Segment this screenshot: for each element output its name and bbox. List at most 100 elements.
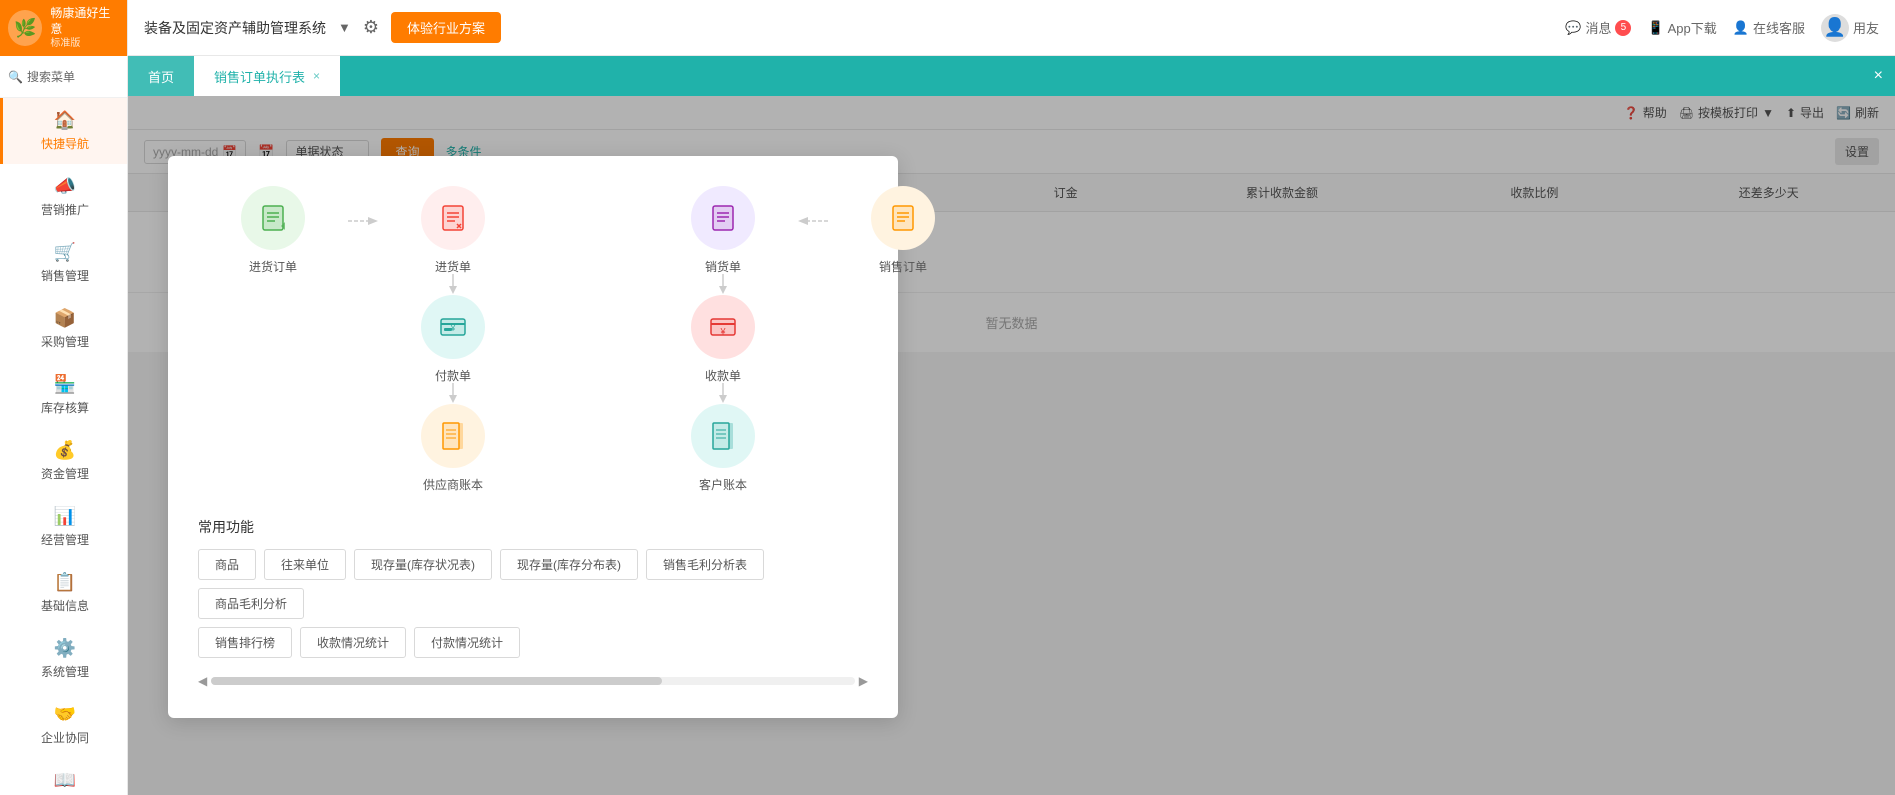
page-content: ❓ 帮助 🖨 按模板打印 ▼ ⬆ 导出 🔄 刷新 xyxy=(128,96,1895,795)
sidebar-nav: 🏠 快捷导航 📣 营销推广 🛒 销售管理 📦 采购管理 🏪 库存核算 💰 xyxy=(0,98,127,795)
receipt-icon: ¥ xyxy=(691,295,755,359)
customer-ledger-icon xyxy=(691,404,755,468)
tab-bar-close-icon[interactable]: × xyxy=(1874,67,1883,85)
scroll-right-icon[interactable]: ▶ xyxy=(859,674,868,688)
func-btn-partner[interactable]: 往来单位 xyxy=(264,549,346,580)
topbar-right: 💬 消息 5 📱 App下载 👤 在线客服 👤 用友 xyxy=(1565,14,1879,42)
marketing-icon: 📣 xyxy=(54,176,76,197)
sidebar-logo: 🌿 畅康通好生意 标准版 xyxy=(0,0,127,56)
func-btn-product[interactable]: 商品 xyxy=(198,549,256,580)
flow-node-supplier-ledger[interactable]: 供应商账本 xyxy=(421,404,485,493)
supplier-ledger-icon xyxy=(421,404,485,468)
svg-text:¥: ¥ xyxy=(450,324,456,333)
operations-icon: 📊 xyxy=(54,506,76,527)
sidebar-item-marketing[interactable]: 📣 营销推广 xyxy=(0,164,127,230)
tab-home[interactable]: 首页 xyxy=(128,56,194,96)
flow-node-sales-order[interactable]: 销售订单 xyxy=(871,186,935,275)
customer-ledger-label: 客户账本 xyxy=(699,476,747,493)
logo-text: 畅康通好生意 标准版 xyxy=(50,6,119,50)
purchase-order-label: 进货订单 xyxy=(249,258,297,275)
main-content: 装备及固定资产辅助管理系统 ▼ ⚙ 体验行业方案 💬 消息 5 📱 App下载 … xyxy=(128,0,1895,795)
flow-node-purchase-receipt[interactable]: 进货单 xyxy=(421,186,485,275)
system-icon: ⚙️ xyxy=(54,638,76,659)
sales-icon: 🛒 xyxy=(54,242,76,263)
arrow-po-pr xyxy=(348,215,378,227)
settings-icon[interactable]: ⚙ xyxy=(363,17,379,38)
arrow-down-pr xyxy=(447,274,459,297)
payment-icon: ¥ xyxy=(421,295,485,359)
func-btn-stock-dist[interactable]: 现存量(库存分布表) xyxy=(500,549,638,580)
message-icon: 💬 xyxy=(1565,20,1581,36)
sidebar-item-sales[interactable]: 🛒 销售管理 xyxy=(0,230,127,296)
sidebar-item-operations[interactable]: 📊 经营管理 xyxy=(0,494,127,560)
inventory-icon: 🏪 xyxy=(54,374,76,395)
sidebar-search[interactable]: 🔍 搜索菜单 xyxy=(0,56,127,98)
enterprise-icon: 🤝 xyxy=(54,704,76,725)
sidebar-item-finance[interactable]: 💰 资金管理 xyxy=(0,428,127,494)
purchase-receipt-label: 进货单 xyxy=(435,258,471,275)
sidebar-item-purchase[interactable]: 📦 采购管理 xyxy=(0,296,127,362)
message-button[interactable]: 💬 消息 5 xyxy=(1565,18,1631,37)
system-dropdown[interactable]: ▼ xyxy=(338,20,351,35)
sidebar-item-inventory[interactable]: 🏪 库存核算 xyxy=(0,362,127,428)
purchase-receipt-icon xyxy=(421,186,485,250)
scroll-left-icon[interactable]: ◀ xyxy=(198,674,207,688)
logo-icon: 🌿 xyxy=(8,10,42,46)
message-badge: 5 xyxy=(1615,20,1631,36)
sidebar-item-quick-nav[interactable]: 🏠 快捷导航 xyxy=(0,98,127,164)
svg-text:¥: ¥ xyxy=(719,326,726,336)
home-icon: 🏠 xyxy=(54,110,76,131)
guide-icon: 📖 xyxy=(54,770,76,791)
flow-node-customer-ledger[interactable]: 客户账本 xyxy=(691,404,755,493)
tab-close-icon[interactable]: × xyxy=(313,69,320,83)
sidebar-item-enterprise[interactable]: 🤝 企业协同 xyxy=(0,692,127,758)
function-buttons: 商品 往来单位 现存量(库存状况表) 现存量(库存分布表) 销售毛利分析表 商品… xyxy=(198,549,868,619)
app-download-button[interactable]: 📱 App下载 xyxy=(1647,18,1716,37)
arrow-so-sr xyxy=(798,215,828,227)
common-functions: 常用功能 商品 往来单位 现存量(库存状况表) 现存量(库存分布表) 销售毛利分… xyxy=(198,517,868,658)
system-title: 装备及固定资产辅助管理系统 xyxy=(144,18,326,38)
user-menu[interactable]: 👤 用友 xyxy=(1821,14,1879,42)
tabbar: 首页 销售订单执行表 × × xyxy=(128,56,1895,96)
modal-overlay[interactable]: 进货订单 xyxy=(128,96,1895,795)
service-icon: 👤 xyxy=(1733,20,1749,36)
modal-scrollbar: ◀ ▶ xyxy=(198,674,868,688)
func-btn-payment-stat[interactable]: 付款情况统计 xyxy=(414,627,520,658)
sales-receipt-label: 销货单 xyxy=(705,258,741,275)
scrollbar-track xyxy=(211,677,855,685)
search-menu-button[interactable]: 🔍 搜索菜单 xyxy=(8,64,119,89)
flow-node-payment[interactable]: ¥ 付款单 xyxy=(421,295,485,384)
sales-order-icon xyxy=(871,186,935,250)
sidebar-item-basic-info[interactable]: 📋 基础信息 xyxy=(0,560,127,626)
flow-node-sales-receipt[interactable]: 销货单 xyxy=(691,186,755,275)
arrow-down-sr xyxy=(717,274,729,297)
receipt-label: 收款单 xyxy=(705,367,741,384)
func-btn-product-gross[interactable]: 商品毛利分析 xyxy=(198,588,304,619)
common-functions-title: 常用功能 xyxy=(198,517,868,537)
basic-info-icon: 📋 xyxy=(54,572,76,593)
func-btn-receipt-stat[interactable]: 收款情况统计 xyxy=(300,627,406,658)
sidebar-item-guide[interactable]: 📖 新手引导 xyxy=(0,758,127,795)
finance-icon: 💰 xyxy=(54,440,76,461)
sales-receipt-icon xyxy=(691,186,755,250)
func-btn-sales-rank[interactable]: 销售排行榜 xyxy=(198,627,292,658)
flow-node-receipt[interactable]: ¥ 收款单 xyxy=(691,295,755,384)
purchase-order-icon xyxy=(241,186,305,250)
scrollbar-thumb[interactable] xyxy=(211,677,661,685)
supplier-ledger-label: 供应商账本 xyxy=(423,476,483,493)
func-btn-sales-gross[interactable]: 销售毛利分析表 xyxy=(646,549,764,580)
sidebar: 🌿 畅康通好生意 标准版 🔍 搜索菜单 🏠 快捷导航 📣 营销推广 🛒 xyxy=(0,0,128,795)
online-service-button[interactable]: 👤 在线客服 xyxy=(1733,18,1805,37)
func-btn-stock-status[interactable]: 现存量(库存状况表) xyxy=(354,549,492,580)
topbar: 装备及固定资产辅助管理系统 ▼ ⚙ 体验行业方案 💬 消息 5 📱 App下载 … xyxy=(128,0,1895,56)
download-icon: 📱 xyxy=(1647,20,1663,36)
flow-node-purchase-order[interactable]: 进货订单 xyxy=(241,186,305,275)
function-buttons-row2: 销售排行榜 收款情况统计 付款情况统计 xyxy=(198,627,868,658)
quick-nav-modal: 进货订单 xyxy=(168,156,898,718)
dropdown-arrow-icon: ▼ xyxy=(338,20,351,35)
experience-button[interactable]: 体验行业方案 xyxy=(391,12,501,43)
arrow-down-pay xyxy=(447,383,459,406)
search-icon: 🔍 xyxy=(8,70,23,84)
tab-sales-orders[interactable]: 销售订单执行表 × xyxy=(194,56,340,96)
sidebar-item-system[interactable]: ⚙️ 系统管理 xyxy=(0,626,127,692)
